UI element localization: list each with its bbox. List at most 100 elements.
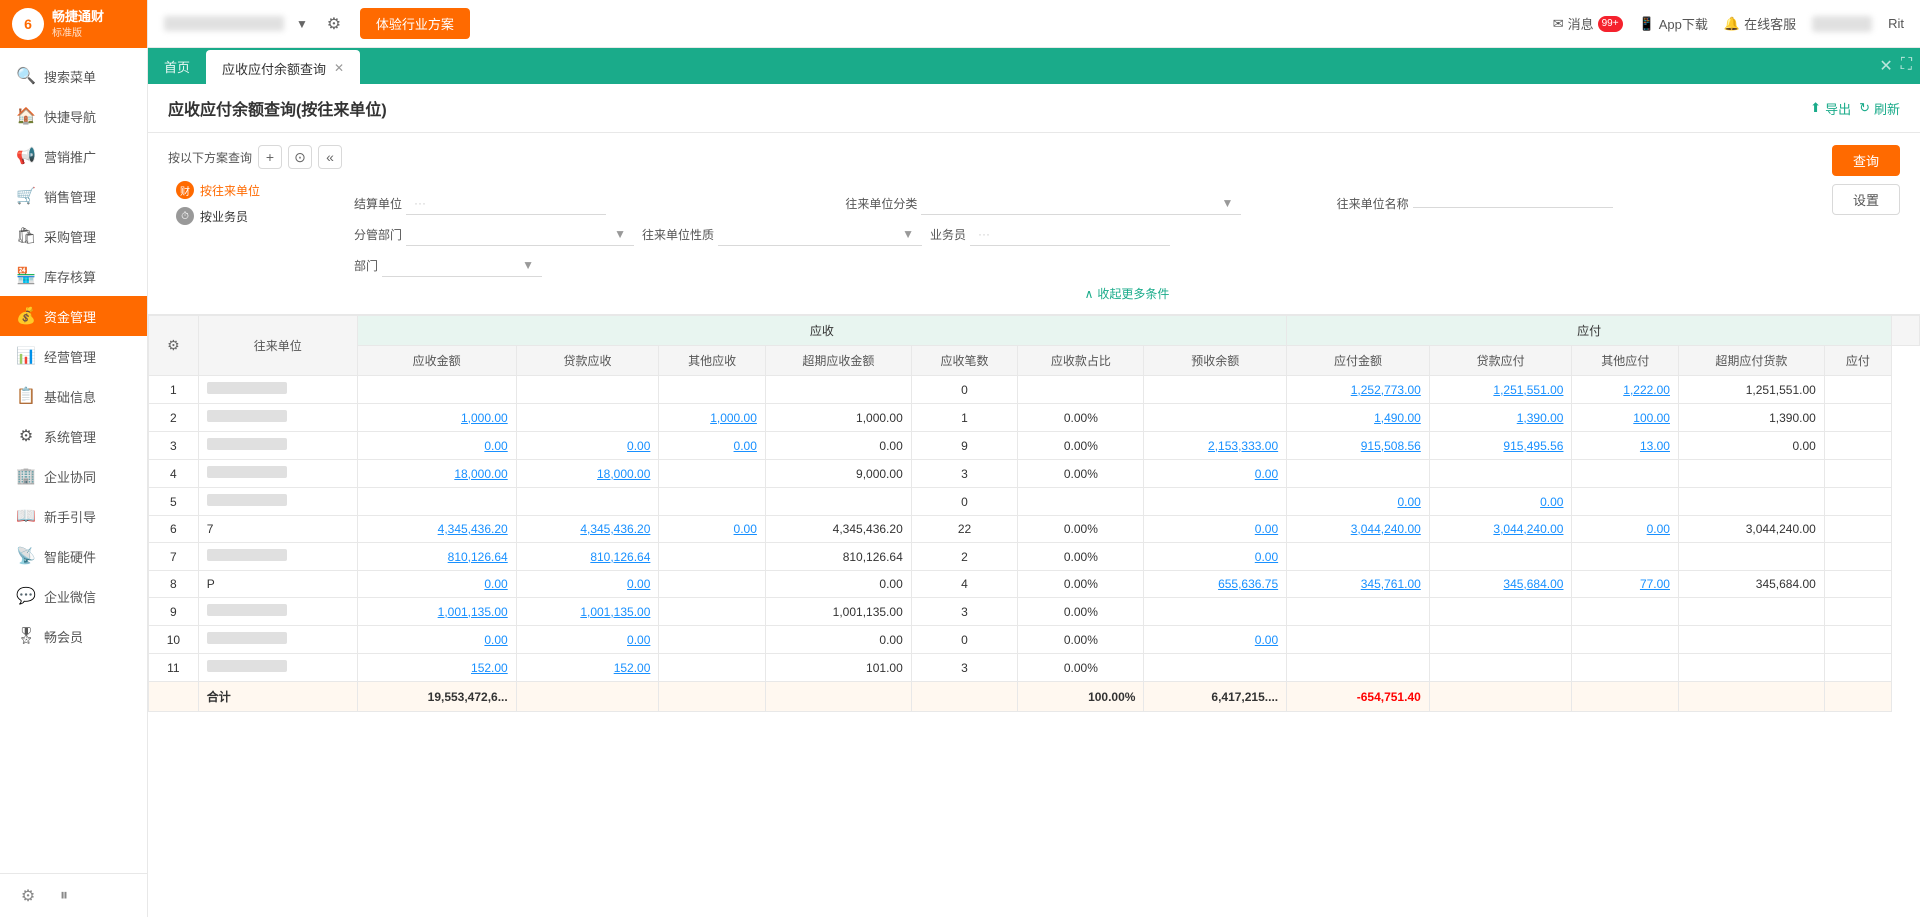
sidebar-item-label: 智能硬件	[44, 547, 96, 566]
query-btn[interactable]: 查询	[1832, 145, 1900, 176]
ar-overdue-cell	[765, 376, 911, 404]
table-container: ⚙ 往来单位 应收 应付 应收金额 贷款应收 其他应收 超期应收金额 应收笔数 …	[148, 315, 1920, 917]
sidebar-item-wechat[interactable]: 💬 企业微信	[0, 576, 147, 616]
ar-loan-header: 贷款应收	[516, 346, 659, 376]
filter-partner-name-input[interactable]	[1413, 199, 1613, 208]
filter-settlement-input[interactable]: ···	[406, 192, 606, 215]
filter-partner-cat-label: 往来单位分类	[845, 195, 917, 212]
collapse-more-btn[interactable]: ∧ 收起更多条件	[354, 281, 1900, 306]
ar-count-header: 应收笔数	[911, 346, 1018, 376]
app-logo: 6 畅捷通财 标准版	[0, 0, 147, 48]
ap-extra-cell	[1824, 654, 1891, 682]
sidebar-item-base-info[interactable]: 📋 基础信息	[0, 376, 147, 416]
ap-overdue-cell: 345,684.00	[1678, 571, 1824, 598]
sidebar-item-finance[interactable]: 💰 资金管理	[0, 296, 147, 336]
ar-other-header: 其他应收	[659, 346, 766, 376]
sidebar-item-enterprise[interactable]: 🏢 企业协同	[0, 456, 147, 496]
breadcrumb-chevron-icon[interactable]: ▼	[296, 17, 308, 31]
ap-extra-cell	[1824, 376, 1891, 404]
ar-overdue-cell: 4,345,436.20	[765, 516, 911, 543]
footer-ar-count	[911, 682, 1018, 712]
user-avatar[interactable]	[1812, 16, 1872, 32]
ap-other-cell	[1572, 460, 1679, 488]
ar-overdue-header: 超期应收金额	[765, 346, 911, 376]
filter-dept-input[interactable]: ▼	[382, 254, 542, 277]
partner-cell	[198, 460, 357, 488]
footer-ar-ratio: 100.00%	[1018, 682, 1144, 712]
ap-amount-cell: 1,490.00	[1287, 404, 1430, 432]
ar-other-cell	[659, 376, 766, 404]
sidebar-item-guide[interactable]: 📖 新手引导	[0, 496, 147, 536]
ap-extra-cell	[1824, 460, 1891, 488]
sidebar-item-quick-nav[interactable]: 🏠 快捷导航	[0, 96, 147, 136]
tab-close-icon[interactable]: ✕	[334, 61, 344, 75]
filter-partner-name-label: 往来单位名称	[1337, 195, 1409, 212]
ap-other-cell: 100.00	[1572, 404, 1679, 432]
tab-home[interactable]: 首页	[148, 48, 206, 84]
sidebar-collapse-btn[interactable]: ⏸	[48, 880, 80, 912]
add-scheme-btn[interactable]: +	[258, 145, 282, 169]
ar-count-cell: 3	[911, 598, 1018, 626]
table-settings-header[interactable]: ⚙	[149, 316, 199, 376]
ap-overdue-cell: 0.00	[1678, 432, 1824, 460]
ap-amount-cell: 3,044,240.00	[1287, 516, 1430, 543]
collapse-scheme-btn[interactable]: «	[318, 145, 342, 169]
ar-amount-cell: 810,126.64	[357, 543, 516, 571]
ar-other-cell: 0.00	[659, 516, 766, 543]
query-buttons: 查询 设置	[1832, 145, 1900, 215]
sidebar-item-purchase[interactable]: 🛍 采购管理	[0, 216, 147, 256]
message-btn[interactable]: ✉ 消息 99+	[1553, 14, 1623, 33]
ap-loan-cell: 345,684.00	[1429, 571, 1572, 598]
settings-gear-icon[interactable]: ⚙	[320, 10, 348, 38]
refresh-btn[interactable]: ↻ 刷新	[1859, 99, 1900, 118]
sidebar-item-label: 资金管理	[44, 307, 96, 326]
table-settings-icon[interactable]: ⚙	[167, 337, 180, 353]
ar-other-cell	[659, 571, 766, 598]
filter-partner-nature-input[interactable]: ▼	[718, 223, 922, 246]
footer-ar-overdue	[765, 682, 911, 712]
sidebar-item-smart-hw[interactable]: 📡 智能硬件	[0, 536, 147, 576]
ar-other-cell	[659, 626, 766, 654]
ar-other-cell	[659, 488, 766, 516]
ap-extra-cell	[1824, 404, 1891, 432]
app-download-btn[interactable]: 📱 App下载	[1639, 14, 1708, 33]
sidebar-item-label: 营销推广	[44, 147, 96, 166]
scheme-item-salesperson[interactable]: ⏱ 按业务员	[168, 203, 342, 229]
filter-dept-label: 部门	[354, 257, 378, 274]
sidebar-item-system[interactable]: ⚙ 系统管理	[0, 416, 147, 456]
scheme-item-partner[interactable]: 财 按往来单位	[168, 177, 342, 203]
refresh-icon: ↻	[1859, 100, 1870, 116]
filter-salesperson-input[interactable]: ···	[970, 223, 1170, 246]
ap-other-cell	[1572, 626, 1679, 654]
online-service-btn[interactable]: 🔔 在线客服	[1724, 14, 1796, 33]
extra-header	[1892, 316, 1920, 346]
filter-settlement-label: 结算单位	[354, 195, 402, 212]
ar-amount-header: 应收金额	[357, 346, 516, 376]
ap-loan-cell: 1,390.00	[1429, 404, 1572, 432]
sidebar-item-operations[interactable]: 📊 经营管理	[0, 336, 147, 376]
ap-overdue-cell	[1678, 460, 1824, 488]
sales-icon: 🛒	[16, 186, 36, 206]
sidebar-settings-btn[interactable]: ⚙	[12, 880, 44, 912]
ar-ratio-cell	[1018, 488, 1144, 516]
sidebar-item-marketing[interactable]: 📢 营销推广	[0, 136, 147, 176]
export-btn[interactable]: ⬆ 导出	[1810, 99, 1851, 118]
tab-ar-ap-query[interactable]: 应收应付余额查询 ✕	[206, 50, 360, 86]
sidebar-item-search-menu[interactable]: 🔍 搜索菜单	[0, 56, 147, 96]
edit-scheme-btn[interactable]: ⊙	[288, 145, 312, 169]
ar-prepay-cell	[1144, 488, 1287, 516]
page-title: 应收应付余额查询(按往来单位)	[168, 96, 387, 120]
sidebar-item-inventory[interactable]: 🏪 库存核算	[0, 256, 147, 296]
filter-dept-mgr-input[interactable]: ▼	[406, 223, 634, 246]
solution-btn[interactable]: 体验行业方案	[360, 8, 470, 39]
filter-partner-category-input[interactable]: ▼	[921, 192, 1241, 215]
sidebar-item-sales[interactable]: 🛒 销售管理	[0, 176, 147, 216]
window-expand-icon[interactable]: ⛶	[1901, 56, 1912, 76]
ar-other-cell	[659, 654, 766, 682]
user-name[interactable]: Rit	[1888, 16, 1904, 31]
ap-group-header: 应付	[1287, 316, 1892, 346]
ap-loan-cell: 1,251,551.00	[1429, 376, 1572, 404]
sidebar-item-member[interactable]: 🎖 畅会员	[0, 616, 147, 656]
settings-btn[interactable]: 设置	[1832, 184, 1900, 215]
window-close-icon[interactable]: ✕	[1879, 56, 1892, 76]
